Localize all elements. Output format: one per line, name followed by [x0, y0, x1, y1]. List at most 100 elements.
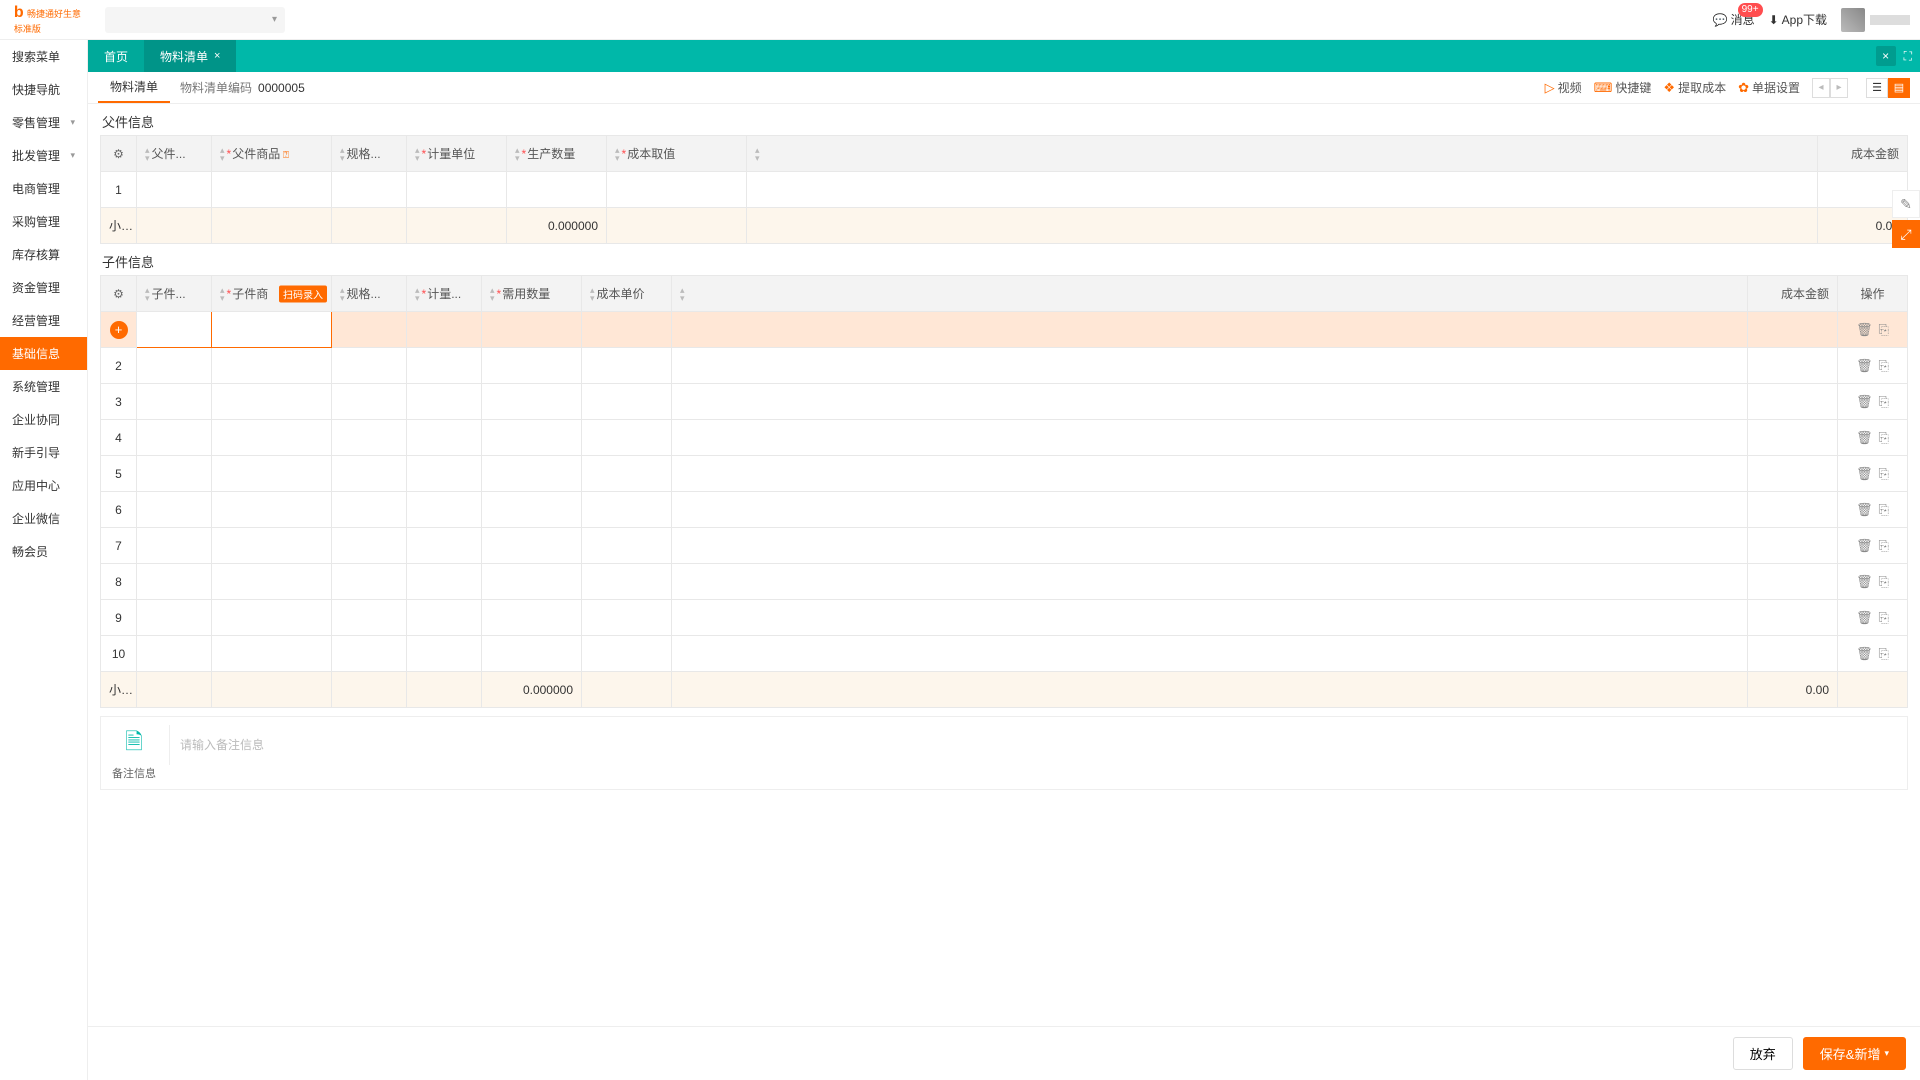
sidebar-item-5[interactable]: 采购管理 [0, 205, 87, 238]
delete-icon[interactable]: 🗑 [1856, 538, 1873, 553]
copy-icon[interactable]: ⎘ [1879, 394, 1889, 409]
gear-icon[interactable]: ⚙ [113, 287, 124, 301]
extract-icon: ❖ [1663, 80, 1675, 96]
prev-doc[interactable]: ◂ [1812, 78, 1830, 98]
remark-input[interactable] [169, 725, 1899, 765]
view-list[interactable]: ☰ [1866, 78, 1888, 98]
discard-button[interactable]: 放弃 [1733, 1037, 1793, 1070]
badge-count: 99+ [1738, 3, 1763, 17]
table-row[interactable]: 5🗑⎘ [101, 456, 1908, 492]
sidebar-item-14[interactable]: 企业微信 [0, 502, 87, 535]
table-row[interactable]: 3🗑⎘ [101, 384, 1908, 420]
chevron-down-icon: ▾ [70, 117, 75, 128]
sidebar-item-1[interactable]: 快捷导航 [0, 73, 87, 106]
page-tab-bom[interactable]: 物料清单 [98, 72, 170, 103]
tab-home[interactable]: 首页 [88, 40, 144, 72]
sidebar-item-11[interactable]: 企业协同 [0, 403, 87, 436]
copy-icon[interactable]: ⎘ [1879, 430, 1889, 445]
scan-badge[interactable]: 扫码录入 [279, 285, 327, 302]
chevron-down-icon: ▾ [70, 150, 75, 161]
table-row[interactable]: 2🗑⎘ [101, 348, 1908, 384]
sidebar-item-0[interactable]: 搜索菜单 [0, 40, 87, 73]
user-menu[interactable] [1841, 8, 1910, 32]
save-new-button[interactable]: 保存&新增▾ [1803, 1037, 1906, 1070]
sidebar-item-7[interactable]: 资金管理 [0, 271, 87, 304]
chat-icon: 💬 [1713, 13, 1728, 27]
sidebar-item-10[interactable]: 系统管理 [0, 370, 87, 403]
chevron-down-icon: ▾ [272, 14, 277, 25]
sidebar: 搜索菜单快捷导航零售管理▾批发管理▾电商管理采购管理库存核算资金管理经营管理基础… [0, 40, 88, 1080]
delete-icon[interactable]: 🗑 [1856, 394, 1873, 409]
extract-cost-link[interactable]: ❖提取成本 [1663, 79, 1726, 96]
table-row[interactable]: + 🗑 ⎘ [101, 312, 1908, 348]
video-link[interactable]: ▷视频 [1545, 79, 1582, 96]
table-row[interactable]: 9🗑⎘ [101, 600, 1908, 636]
table-row[interactable]: 10🗑⎘ [101, 636, 1908, 672]
table-row[interactable]: 7🗑⎘ [101, 528, 1908, 564]
copy-icon[interactable]: ⎘ [1879, 574, 1889, 589]
sidebar-item-6[interactable]: 库存核算 [0, 238, 87, 271]
sidebar-item-15[interactable]: 畅会员 [0, 535, 87, 568]
gear-icon: ✿ [1738, 80, 1749, 96]
app-download-button[interactable]: ⬇ App下载 [1769, 11, 1827, 28]
sidebar-item-8[interactable]: 经营管理 [0, 304, 87, 337]
subtotal-row: 小计 0.000000 0.00 [101, 208, 1908, 244]
sidebar-item-2[interactable]: 零售管理▾ [0, 106, 87, 139]
copy-icon[interactable]: ⎘ [1879, 358, 1889, 373]
gear-icon[interactable]: ⚙ [113, 147, 124, 161]
copy-icon[interactable]: ⎘ [1879, 646, 1889, 661]
note-icon: 🗎 [109, 725, 159, 763]
table-row[interactable]: 1 [101, 172, 1908, 208]
page-tabs: 物料清单 物料清单编码 0000005 ▷视频 ⌨快捷键 ❖提取成本 ✿单据设置… [88, 72, 1920, 104]
close-icon[interactable]: × [214, 50, 220, 62]
delete-icon[interactable]: 🗑 [1856, 358, 1873, 373]
tabs-bar: 首页 物料清单 × × ⛶ [88, 40, 1920, 72]
delete-icon[interactable]: 🗑 [1856, 646, 1873, 661]
download-icon: ⬇ [1769, 13, 1779, 27]
doc-settings-link[interactable]: ✿单据设置 [1738, 79, 1800, 96]
messages-button[interactable]: 💬 消息 99+ [1713, 11, 1755, 28]
right-float-tools: ✎ ⤢ [1892, 190, 1920, 250]
add-row-button[interactable]: + [110, 321, 128, 339]
delete-icon[interactable]: 🗑 [1856, 610, 1873, 625]
next-doc[interactable]: ▸ [1830, 78, 1848, 98]
table-row[interactable]: 8🗑⎘ [101, 564, 1908, 600]
sidebar-item-4[interactable]: 电商管理 [0, 172, 87, 205]
delete-icon[interactable]: 🗑 [1856, 502, 1873, 517]
copy-icon[interactable]: ⎘ [1879, 610, 1889, 625]
app-header: b 畅捷通好生意 标准版 ▾ 💬 消息 99+ ⬇ App下载 [0, 0, 1920, 40]
org-selector[interactable]: ▾ [105, 7, 285, 33]
child-table: ⚙ ▴▾子件... ▴▾*子件商扫码录入 ▴▾规格... ▴▾*计量... ▴▾… [100, 275, 1908, 708]
sidebar-item-9[interactable]: 基础信息 [0, 337, 87, 370]
parent-section-title: 父件信息 [88, 104, 1920, 135]
close-all-tabs[interactable]: × [1876, 46, 1896, 66]
footer-bar: 放弃 保存&新增▾ [88, 1026, 1920, 1080]
keyboard-icon: ⌨ [1594, 80, 1613, 96]
code-label: 物料清单编码 [180, 79, 252, 96]
table-row[interactable]: 6🗑⎘ [101, 492, 1908, 528]
chevron-down-icon: ▾ [1884, 1048, 1889, 1059]
copy-icon[interactable]: ⎘ [1879, 538, 1889, 553]
copy-icon[interactable]: ⎘ [1879, 466, 1889, 481]
shortcut-link[interactable]: ⌨快捷键 [1594, 79, 1652, 96]
copy-icon[interactable]: ⎘ [1879, 502, 1889, 517]
expand-float-button[interactable]: ⤢ [1892, 220, 1920, 248]
expand-icon[interactable]: ⛶ [1904, 49, 1912, 64]
tab-bom[interactable]: 物料清单 × [144, 40, 236, 72]
remark-block: 🗎 备注信息 [100, 716, 1908, 790]
copy-icon[interactable]: ⎘ [1879, 322, 1889, 337]
sidebar-item-13[interactable]: 应用中心 [0, 469, 87, 502]
brand-logo: b 畅捷通好生意 标准版 [10, 4, 85, 36]
view-form[interactable]: ▤ [1888, 78, 1910, 98]
child-section-title: 子件信息 [88, 244, 1920, 275]
help-icon[interactable]: ⍰ [280, 150, 289, 161]
edit-float-button[interactable]: ✎ [1892, 190, 1920, 218]
sidebar-item-12[interactable]: 新手引导 [0, 436, 87, 469]
code-value: 0000005 [258, 81, 305, 95]
delete-icon[interactable]: 🗑 [1856, 466, 1873, 481]
delete-icon[interactable]: 🗑 [1856, 430, 1873, 445]
sidebar-item-3[interactable]: 批发管理▾ [0, 139, 87, 172]
delete-icon[interactable]: 🗑 [1856, 574, 1873, 589]
delete-icon[interactable]: 🗑 [1856, 322, 1873, 337]
table-row[interactable]: 4🗑⎘ [101, 420, 1908, 456]
